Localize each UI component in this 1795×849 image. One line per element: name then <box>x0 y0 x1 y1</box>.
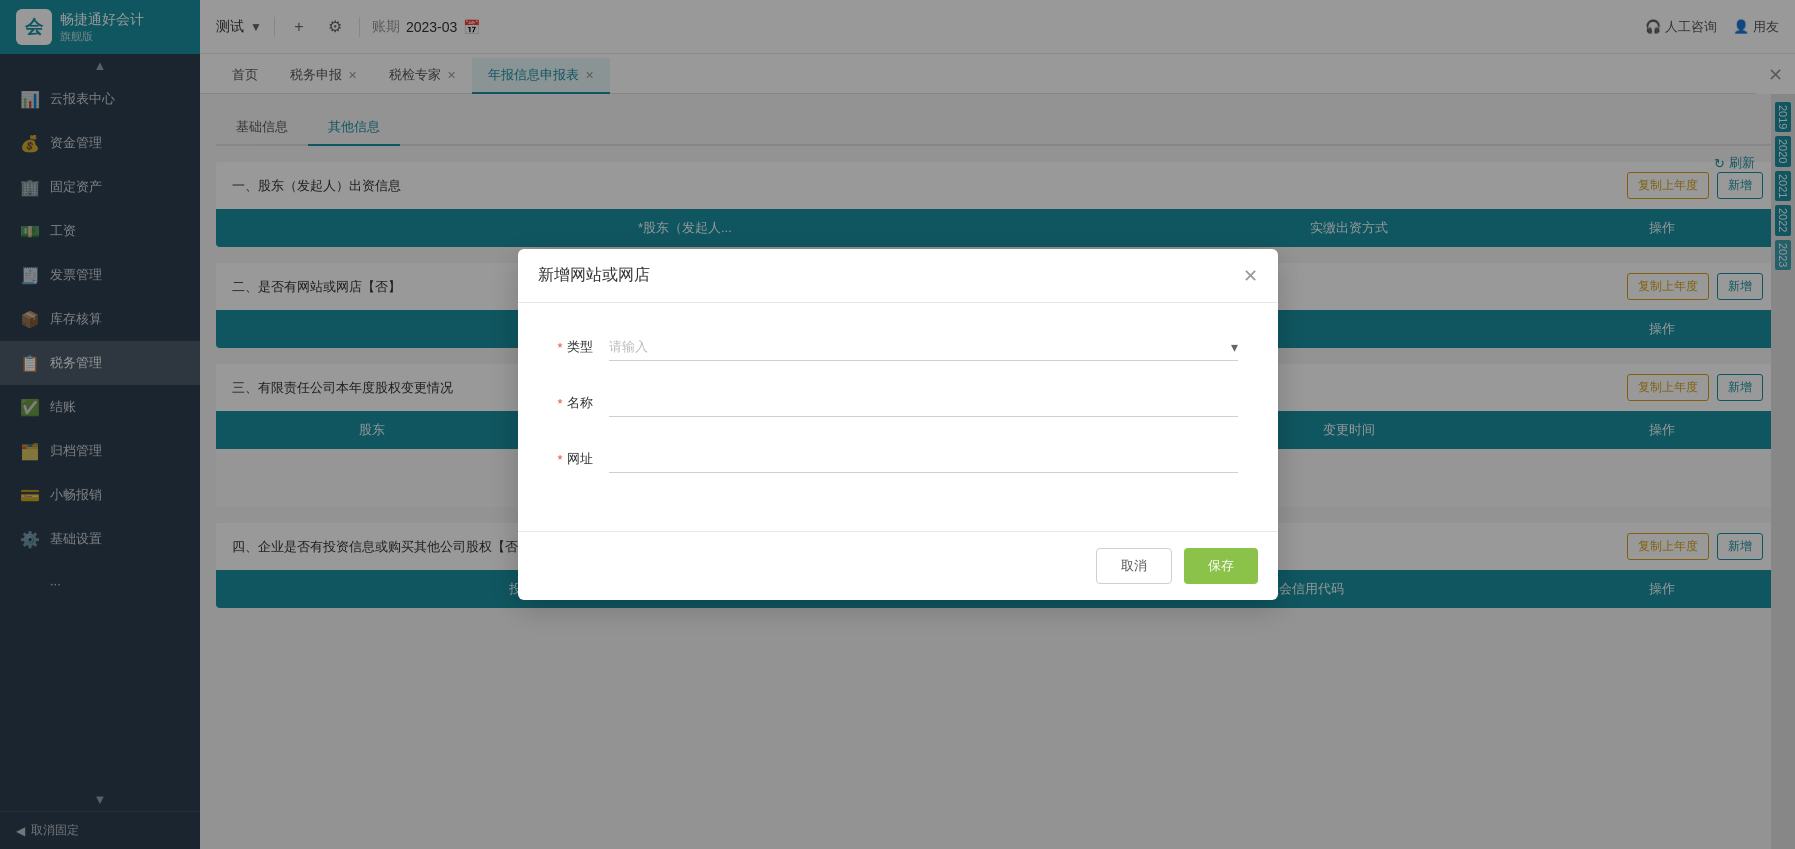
dialog-close-button[interactable]: ✕ <box>1243 267 1258 285</box>
form-input-name[interactable] <box>609 389 1238 416</box>
dialog-body: * 类型 ▾ * 名称 * 网址 <box>518 303 1278 531</box>
add-website-dialog: 新增网站或网店 ✕ * 类型 ▾ * 名称 * 网址 取消 保存 <box>518 249 1278 600</box>
form-input-wrap-url <box>609 445 1238 473</box>
form-input-wrap-name <box>609 389 1238 417</box>
form-label-name: 名称 <box>567 394 597 412</box>
form-label-type: 类型 <box>567 338 597 356</box>
form-row-type: * 类型 ▾ <box>558 333 1238 361</box>
form-input-url[interactable] <box>609 445 1238 472</box>
form-required-name: * <box>558 396 563 411</box>
form-input-wrap-type: ▾ <box>609 333 1238 361</box>
dialog-header: 新增网站或网店 ✕ <box>518 249 1278 303</box>
form-required-url: * <box>558 452 563 467</box>
dialog-footer: 取消 保存 <box>518 531 1278 600</box>
form-row-url: * 网址 <box>558 445 1238 473</box>
form-input-type[interactable] <box>609 333 1238 360</box>
dialog-overlay: 新增网站或网店 ✕ * 类型 ▾ * 名称 * 网址 取消 保存 <box>0 0 1795 849</box>
form-label-url: 网址 <box>567 450 597 468</box>
save-button[interactable]: 保存 <box>1184 548 1258 584</box>
form-row-name: * 名称 <box>558 389 1238 417</box>
dropdown-chevron-type: ▾ <box>1231 339 1238 355</box>
form-required-type: * <box>558 340 563 355</box>
cancel-button[interactable]: 取消 <box>1096 548 1172 584</box>
dialog-title: 新增网站或网店 <box>538 265 650 286</box>
